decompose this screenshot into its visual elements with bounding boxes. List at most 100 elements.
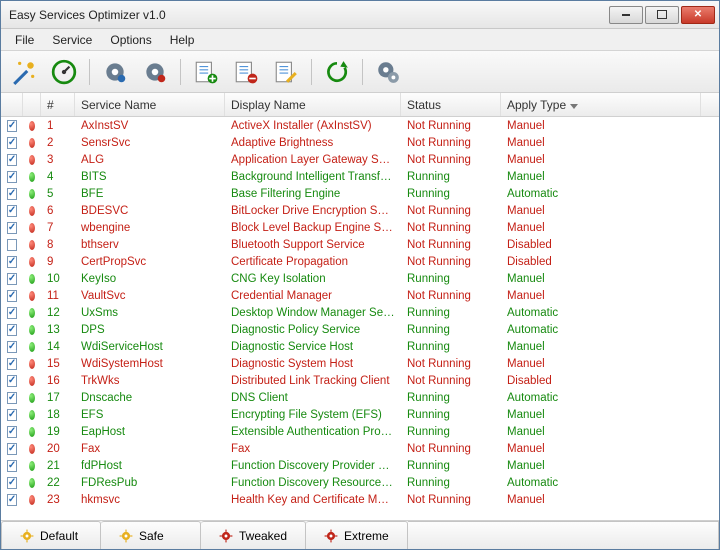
row-checkbox[interactable] — [7, 120, 17, 132]
row-checkbox[interactable] — [7, 494, 17, 506]
row-checkbox[interactable] — [7, 273, 17, 285]
table-row[interactable]: 19EapHostExtensible Authentication Proto… — [1, 423, 719, 440]
table-row[interactable]: 14WdiServiceHostDiagnostic Service HostR… — [1, 338, 719, 355]
tool-magic-icon[interactable] — [9, 57, 39, 87]
row-checkbox[interactable] — [7, 222, 17, 234]
tool-refresh-icon[interactable] — [322, 57, 352, 87]
column-service-name[interactable]: Service Name — [75, 93, 225, 116]
tab-safe[interactable]: Safe — [101, 521, 201, 549]
service-name: DPS — [75, 324, 225, 336]
tool-list-add-icon[interactable] — [191, 57, 221, 87]
row-checkbox[interactable] — [7, 358, 17, 370]
row-checkbox[interactable] — [7, 171, 17, 183]
status-dot-icon — [29, 240, 35, 250]
tool-gear-blue-icon[interactable] — [100, 57, 130, 87]
row-checkbox[interactable] — [7, 154, 17, 166]
table-row[interactable]: 10KeyIsoCNG Key IsolationRunningManuel — [1, 270, 719, 287]
table-row[interactable]: 16TrkWksDistributed Link Tracking Client… — [1, 372, 719, 389]
row-checkbox[interactable] — [7, 477, 17, 489]
column-checkbox[interactable] — [1, 93, 23, 116]
column-apply-type[interactable]: Apply Type — [501, 93, 701, 116]
apply-type: Manuel — [501, 341, 631, 353]
table-row[interactable]: 23hkmsvcHealth Key and Certificate Man..… — [1, 491, 719, 508]
row-checkbox[interactable] — [7, 426, 17, 438]
row-number: 1 — [41, 120, 75, 132]
row-checkbox[interactable] — [7, 307, 17, 319]
status-dot-icon — [29, 121, 35, 131]
grid-rows[interactable]: 1AxInstSVActiveX Installer (AxInstSV)Not… — [1, 117, 719, 520]
row-checkbox[interactable] — [7, 205, 17, 217]
display-name: Adaptive Brightness — [225, 137, 401, 149]
display-name: Diagnostic System Host — [225, 358, 401, 370]
menu-options[interactable]: Options — [102, 31, 159, 49]
tab-tweaked[interactable]: Tweaked — [201, 521, 306, 549]
column-display-name[interactable]: Display Name — [225, 93, 401, 116]
table-row[interactable]: 11VaultSvcCredential ManagerNot RunningM… — [1, 287, 719, 304]
row-checkbox[interactable] — [7, 188, 17, 200]
tool-list-edit-icon[interactable] — [271, 57, 301, 87]
maximize-button[interactable] — [645, 6, 679, 24]
table-row[interactable]: 4BITSBackground Intelligent Transfer...R… — [1, 168, 719, 185]
table-row[interactable]: 3ALGApplication Layer Gateway Ser...Not … — [1, 151, 719, 168]
row-checkbox[interactable] — [7, 239, 17, 251]
tool-settings-icon[interactable] — [373, 57, 403, 87]
table-row[interactable]: 12UxSmsDesktop Window Manager Sess...Run… — [1, 304, 719, 321]
row-checkbox[interactable] — [7, 375, 17, 387]
table-row[interactable]: 21fdPHostFunction Discovery Provider Hos… — [1, 457, 719, 474]
services-grid: # Service Name Display Name Status Apply… — [1, 93, 719, 521]
service-name: fdPHost — [75, 460, 225, 472]
apply-type: Manuel — [501, 460, 631, 472]
table-row[interactable]: 15WdiSystemHostDiagnostic System HostNot… — [1, 355, 719, 372]
row-number: 7 — [41, 222, 75, 234]
row-checkbox[interactable] — [7, 443, 17, 455]
tab-default[interactable]: Default — [1, 521, 101, 549]
table-row[interactable]: 7wbengineBlock Level Backup Engine Servi… — [1, 219, 719, 236]
row-checkbox[interactable] — [7, 460, 17, 472]
menu-service[interactable]: Service — [44, 31, 100, 49]
table-row[interactable]: 22FDResPubFunction Discovery Resource P.… — [1, 474, 719, 491]
table-row[interactable]: 17DnscacheDNS ClientRunningAutomatic — [1, 389, 719, 406]
table-row[interactable]: 8bthservBluetooth Support ServiceNot Run… — [1, 236, 719, 253]
tool-gear-red-icon[interactable] — [140, 57, 170, 87]
status-text: Not Running — [401, 443, 501, 455]
table-row[interactable]: 18EFSEncrypting File System (EFS)Running… — [1, 406, 719, 423]
row-checkbox[interactable] — [7, 409, 17, 421]
row-checkbox[interactable] — [7, 341, 17, 353]
minimize-button[interactable] — [609, 6, 643, 24]
status-dot-icon — [29, 206, 35, 216]
table-row[interactable]: 20FaxFaxNot RunningManuel — [1, 440, 719, 457]
apply-type: Manuel — [501, 137, 631, 149]
column-number[interactable]: # — [41, 93, 75, 116]
tool-gauge-icon[interactable] — [49, 57, 79, 87]
table-row[interactable]: 6BDESVCBitLocker Drive Encryption Servic… — [1, 202, 719, 219]
status-text: Running — [401, 171, 501, 183]
table-row[interactable]: 1AxInstSVActiveX Installer (AxInstSV)Not… — [1, 117, 719, 134]
column-status[interactable]: Status — [401, 93, 501, 116]
apply-type: Manuel — [501, 409, 631, 421]
row-checkbox[interactable] — [7, 324, 17, 336]
row-number: 3 — [41, 154, 75, 166]
status-dot-icon — [29, 478, 35, 488]
row-checkbox[interactable] — [7, 256, 17, 268]
row-checkbox[interactable] — [7, 392, 17, 404]
row-checkbox[interactable] — [7, 290, 17, 302]
status-text: Running — [401, 392, 501, 404]
row-checkbox[interactable] — [7, 137, 17, 149]
table-row[interactable]: 2SensrSvcAdaptive BrightnessNot RunningM… — [1, 134, 719, 151]
menu-file[interactable]: File — [7, 31, 42, 49]
column-status-dot[interactable] — [23, 93, 41, 116]
table-row[interactable]: 13DPSDiagnostic Policy ServiceRunningAut… — [1, 321, 719, 338]
close-button[interactable] — [681, 6, 715, 24]
row-number: 19 — [41, 426, 75, 438]
display-name: Certificate Propagation — [225, 256, 401, 268]
menu-help[interactable]: Help — [162, 31, 203, 49]
table-row[interactable]: 9CertPropSvcCertificate PropagationNot R… — [1, 253, 719, 270]
tool-list-remove-icon[interactable] — [231, 57, 261, 87]
table-row[interactable]: 5BFEBase Filtering EngineRunningAutomati… — [1, 185, 719, 202]
status-text: Running — [401, 307, 501, 319]
service-name: FDResPub — [75, 477, 225, 489]
tab-extreme[interactable]: Extreme — [306, 521, 408, 549]
display-name: Background Intelligent Transfer... — [225, 171, 401, 183]
display-name: BitLocker Drive Encryption Service — [225, 205, 401, 217]
display-name: DNS Client — [225, 392, 401, 404]
